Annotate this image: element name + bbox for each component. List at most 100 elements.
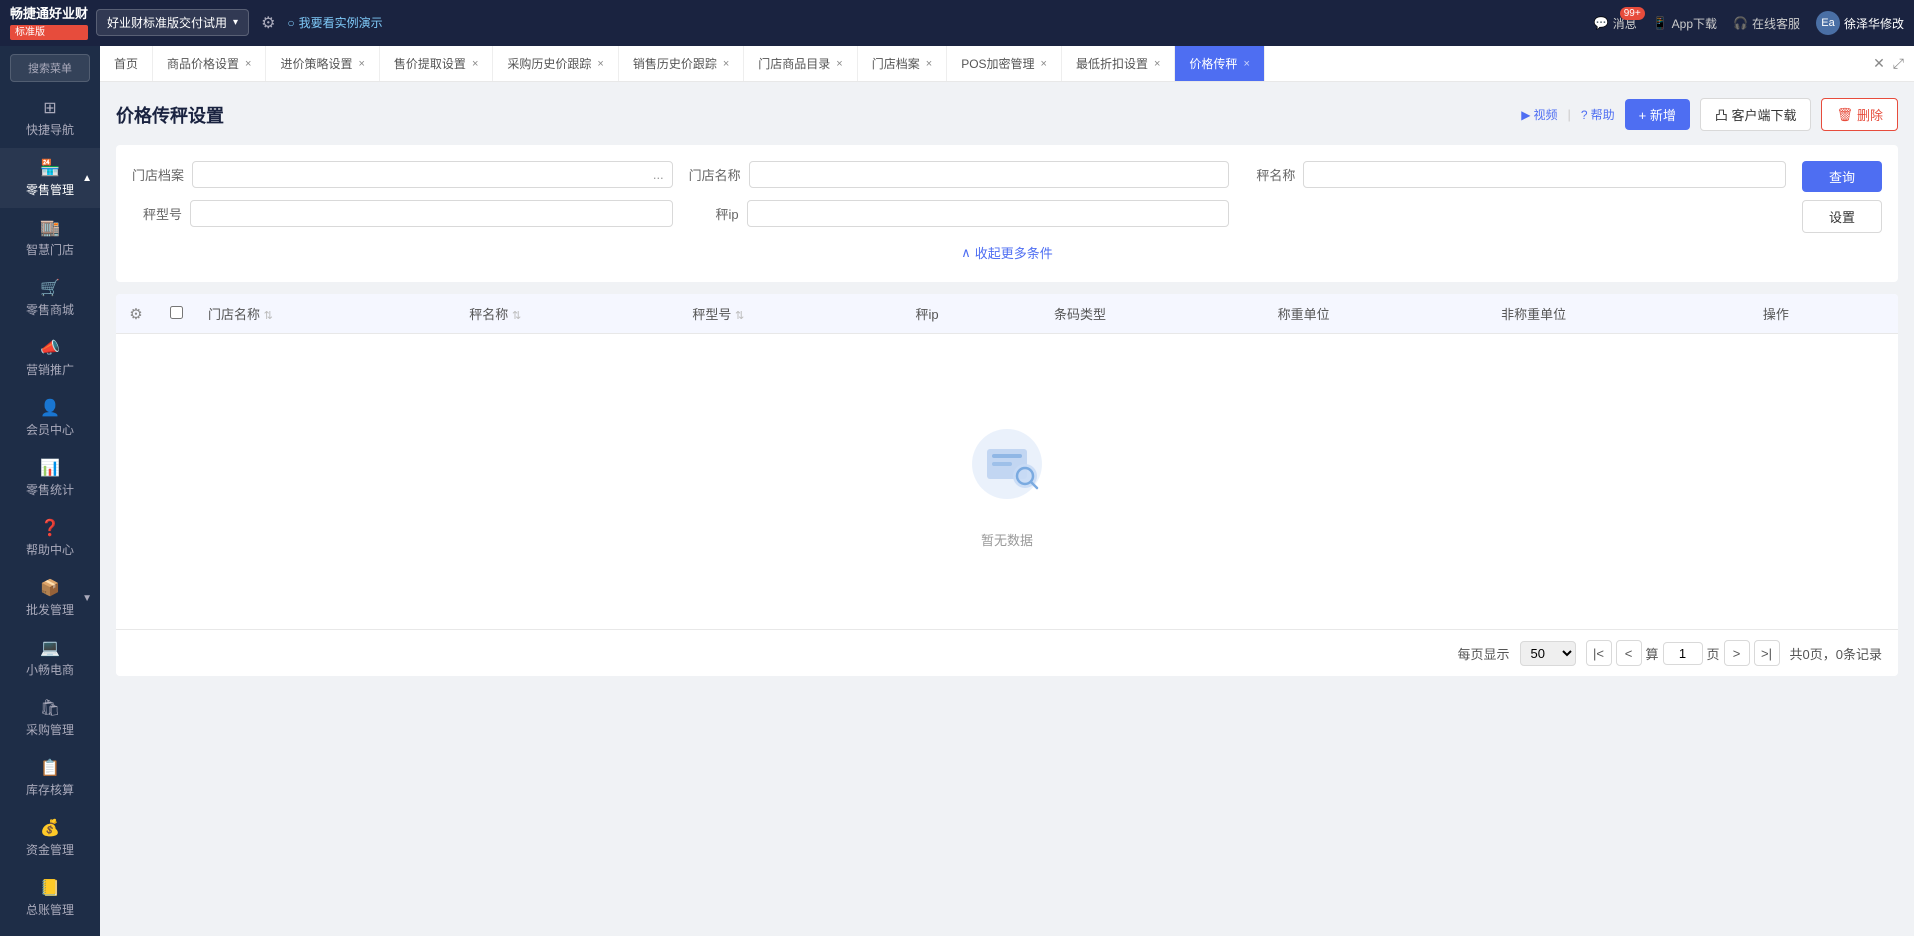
scale-ip-label: 秤ip [689, 204, 739, 223]
app-download-label: App下载 [1672, 15, 1717, 32]
last-page-btn[interactable]: >| [1754, 640, 1780, 666]
tab-close-icon[interactable]: × [723, 58, 729, 70]
sidebar-item-ledger[interactable]: 📒 总账管理 [0, 868, 100, 928]
tab-close-icon[interactable]: × [597, 58, 603, 70]
search-row-1: 门店档案 ... 门店名称 秤名称 [132, 161, 1786, 188]
scale-model-field: 秤型号 [132, 200, 673, 227]
th-actions: 操作 [1751, 294, 1898, 334]
prev-page-btn[interactable]: < [1616, 640, 1642, 666]
message-btn[interactable]: 💬 消息 99+ [1594, 15, 1637, 32]
page-title: 价格传秤设置 [116, 102, 224, 128]
headset-icon: 🎧 [1733, 16, 1748, 30]
sidebar-search[interactable]: 搜索菜单 [10, 54, 90, 82]
select-all-checkbox[interactable] [170, 306, 183, 319]
shortcut-icon: ⊞ [43, 98, 56, 118]
sidebar-item-purchase[interactable]: 🛍 采购管理 [0, 688, 100, 748]
member-icon: 👤 [40, 398, 60, 418]
demo-link[interactable]: ○ 我要看实例演示 [287, 14, 382, 31]
sidebar-item-ecommerce[interactable]: 💻 小畅电商 [0, 628, 100, 688]
tab-purchase-history[interactable]: 采购历史价跟踪 × [493, 46, 618, 81]
close-tab-btn[interactable]: ✕ [1873, 55, 1885, 72]
sidebar-item-finance[interactable]: 💰 资金管理 [0, 808, 100, 868]
user-name-label: 徐泽华修改 [1844, 15, 1904, 32]
table-wrapper: ⚙ 门店名称 ⇅ 秤名称 ⇅ [116, 294, 1898, 334]
scale-name-field: 秤名称 [1245, 161, 1786, 188]
sort-icon[interactable]: ⇅ [735, 310, 744, 322]
sort-icon[interactable]: ⇅ [264, 310, 273, 322]
help-link[interactable]: ? 帮助 [1581, 106, 1615, 123]
collapse-row[interactable]: ∧ 收起更多条件 [132, 239, 1882, 266]
tab-pos-encrypt[interactable]: POS加密管理 × [947, 46, 1062, 81]
video-link[interactable]: ▶ 视频 [1521, 106, 1557, 123]
tab-close-icon[interactable]: × [1041, 58, 1047, 70]
finance-icon: 💰 [40, 818, 60, 838]
tab-close-icon[interactable]: × [472, 58, 478, 70]
set-button[interactable]: 设置 [1802, 200, 1882, 233]
delete-icon: 🗑 [1836, 107, 1853, 123]
empty-text: 暂无数据 [981, 530, 1033, 549]
tab-price-scale[interactable]: 价格传秤 × [1175, 46, 1264, 81]
tab-purchase-strategy[interactable]: 进价策略设置 × [266, 46, 379, 81]
sidebar-item-invoice[interactable]: 🧾 发票管理 [0, 928, 100, 936]
tab-sale-history[interactable]: 销售历史价跟踪 × [619, 46, 744, 81]
user-info[interactable]: Ea 徐泽华修改 [1816, 11, 1904, 35]
download-client-button[interactable]: 凸 客户端下载 [1700, 98, 1812, 131]
query-button-label: 查询 [1829, 170, 1855, 185]
purchase-icon: 🛍 [40, 698, 60, 718]
sidebar-item-retail[interactable]: 🏪 零售管理 ▲ [0, 148, 100, 208]
add-button[interactable]: + 新增 [1625, 99, 1690, 130]
tab-store-archive[interactable]: 门店档案 × [858, 46, 947, 81]
product-selector[interactable]: 好业财标准版交付试用 ▾ [96, 9, 249, 36]
store-name-input[interactable] [749, 161, 1230, 188]
search-card: 门店档案 ... 门店名称 秤名称 [116, 145, 1898, 282]
sidebar-item-shortcut[interactable]: ⊞ 快捷导航 [0, 88, 100, 148]
th-checkbox [156, 294, 196, 334]
tab-close-icon[interactable]: × [836, 58, 842, 70]
page-input[interactable] [1663, 642, 1703, 665]
retail-icon: 🏪 [40, 158, 60, 178]
smart-store-icon: 🏬 [40, 218, 60, 238]
th-non-weight-unit: 非称重单位 [1489, 294, 1751, 334]
ellipsis-icon[interactable]: ... [653, 167, 664, 182]
tab-close-icon[interactable]: × [245, 58, 251, 70]
tab-close-icon[interactable]: × [1243, 58, 1249, 70]
sidebar-item-online-store[interactable]: 🛒 零售商城 [0, 268, 100, 328]
next-page-btn[interactable]: > [1724, 640, 1750, 666]
tab-close-icon[interactable]: × [926, 58, 932, 70]
tab-store-catalog[interactable]: 门店商品目录 × [744, 46, 857, 81]
sidebar-item-smart-store[interactable]: 🏬 智慧门店 [0, 208, 100, 268]
store-archive-input-wrapper[interactable]: ... [192, 161, 673, 188]
top-bar-left: 畅捷通好业财 标准版 好业财标准版交付试用 ▾ ⚙ ○ 我要看实例演示 [10, 6, 383, 40]
tab-sale-extract[interactable]: 售价提取设置 × [380, 46, 493, 81]
page-header: 价格传秤设置 ▶ 视频 | ? 帮助 + 新增 凸 客户端下载 🗑 删除 [116, 98, 1898, 131]
empty-state: 暂无数据 [116, 334, 1898, 629]
maximize-tab-btn[interactable]: ⤢ [1893, 55, 1904, 72]
tab-home[interactable]: 首页 [100, 46, 153, 81]
sort-icon[interactable]: ⇅ [512, 310, 521, 322]
nav-tab-actions: ✕ ⤢ [1863, 55, 1914, 72]
app-title: 畅捷通好业财 [10, 6, 88, 23]
delete-button[interactable]: 🗑 删除 [1821, 98, 1898, 131]
selector-settings-icon[interactable]: ⚙ [257, 9, 279, 37]
inventory-icon: 📋 [40, 758, 60, 778]
scale-model-input[interactable] [190, 200, 673, 227]
sidebar-item-help[interactable]: ❓ 帮助中心 [0, 508, 100, 568]
tab-close-icon[interactable]: × [1154, 58, 1160, 70]
app-download-btn[interactable]: 📱 App下载 [1653, 15, 1717, 32]
sidebar-item-stats[interactable]: 📊 零售统计 [0, 448, 100, 508]
first-page-btn[interactable]: |< [1586, 640, 1612, 666]
scale-ip-input[interactable] [747, 200, 1230, 227]
total-info: 共0页，0条记录 [1790, 644, 1882, 663]
sidebar-item-marketing[interactable]: 📣 营销推广 [0, 328, 100, 388]
tab-close-icon[interactable]: × [358, 58, 364, 70]
sidebar-item-wholesale[interactable]: 📦 批发管理 ▼ [0, 568, 100, 628]
sidebar-item-inventory[interactable]: 📋 库存核算 [0, 748, 100, 808]
tab-product-price[interactable]: 商品价格设置 × [153, 46, 266, 81]
online-service-btn[interactable]: 🎧 在线客服 [1733, 15, 1800, 32]
sidebar-item-member[interactable]: 👤 会员中心 [0, 388, 100, 448]
table-gear-icon[interactable]: ⚙ [129, 306, 142, 323]
page-size-select[interactable]: 50 10 20 100 [1520, 641, 1576, 666]
query-button[interactable]: 查询 [1802, 161, 1882, 192]
tab-min-discount[interactable]: 最低折扣设置 × [1062, 46, 1175, 81]
scale-name-input[interactable] [1303, 161, 1786, 188]
